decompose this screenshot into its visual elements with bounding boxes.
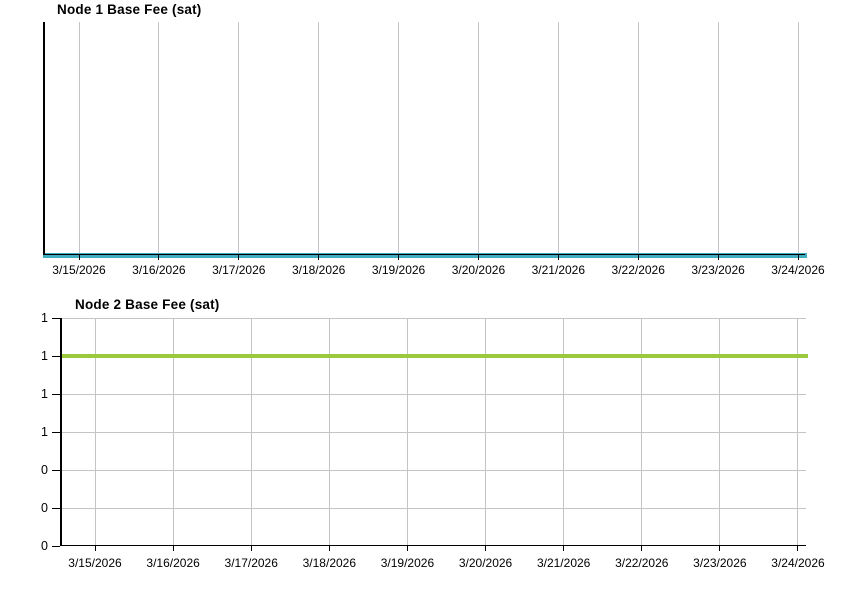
x-tick-label: 3/23/2026 [693,556,747,570]
horizontal-gridline [60,431,806,433]
x-tick-label: 3/19/2026 [380,556,435,570]
x-tick [637,255,639,260]
x-axis-line [43,253,805,255]
y-tick-label: 0 [41,539,48,553]
x-tick [719,546,721,551]
x-tick-label: 3/20/2026 [451,263,506,277]
node2-base-fee-chart: Node 2 Base Fee (sat) 1 1 1 1 0 0 0 3/15/2026 3/… [0,290,860,600]
x-tick-label: 3/16/2026 [146,556,200,570]
x-tick-label: 3/16/2026 [132,263,186,277]
vertical-gridline [477,22,479,255]
horizontal-gridline [60,393,806,395]
x-tick [406,546,408,551]
y-tick-label: 0 [41,501,48,515]
x-tick-label: 3/23/2026 [691,263,745,277]
x-tick-label: 3/18/2026 [302,556,357,570]
y-tick-label: 1 [41,349,48,363]
y-tick [52,393,60,395]
x-tick [563,546,565,551]
fee-charts-page: Node 1 Base Fee (sat) 3/15/2026 3/16/2026… [0,0,860,600]
x-tick [158,255,160,260]
plot-area-node2: 1 1 1 1 0 0 0 3/15/2026 3/16/2026 3/17/2026 3/18/2… [41,311,825,570]
chart-title-node2: Node 2 Base Fee (sat) [75,297,220,312]
y-tick-label: 0 [41,463,48,477]
y-axis-line [43,22,45,255]
vertical-gridline [78,22,80,255]
x-tick [477,255,479,260]
x-tick [557,255,559,260]
y-tick [52,545,60,547]
y-tick [52,317,60,319]
horizontal-gridline [60,317,806,319]
vertical-gridline [637,22,639,255]
horizontal-gridline [60,507,806,509]
x-tick [78,255,80,260]
horizontal-gridline [60,469,806,471]
x-tick [318,255,320,260]
x-tick-label: 3/21/2026 [536,556,591,570]
x-tick [94,546,96,551]
x-tick [717,255,719,260]
x-tick-label: 3/18/2026 [291,263,346,277]
node1-base-fee-chart: Node 1 Base Fee (sat) 3/15/2026 3/16/2026… [0,0,860,290]
x-tick-label: 3/24/2026 [771,556,825,570]
x-tick [398,255,400,260]
y-axis-line [60,318,62,546]
x-tick-label: 3/17/2026 [224,556,278,570]
y-tick-label: 1 [41,387,48,401]
x-tick-label: 3/24/2026 [771,263,825,277]
vertical-gridline [717,22,719,255]
vertical-gridline [238,22,240,255]
x-tick-label: 3/22/2026 [615,556,669,570]
y-tick [52,355,60,357]
y-tick [52,431,60,433]
y-tick [52,507,60,509]
x-tick [797,546,799,551]
x-tick [238,255,240,260]
chart-title-node1: Node 1 Base Fee (sat) [57,2,202,17]
plot-area-node1: 3/15/2026 3/16/2026 3/17/2026 3/18/2026 3/19… [43,22,825,277]
x-tick-label: 3/20/2026 [458,556,513,570]
series-line [60,354,808,358]
vertical-gridline [797,22,799,255]
x-tick [485,546,487,551]
x-tick-label: 3/19/2026 [371,263,426,277]
vertical-gridline [318,22,320,255]
x-tick-label: 3/21/2026 [531,263,586,277]
vertical-gridline [158,22,160,255]
x-tick [172,546,174,551]
y-tick [52,469,60,471]
x-tick [250,546,252,551]
x-tick-label: 3/17/2026 [212,263,266,277]
x-tick-label: 3/15/2026 [68,556,122,570]
y-tick-label: 1 [41,311,48,325]
x-tick-label: 3/15/2026 [52,263,106,277]
x-tick [797,255,799,260]
x-tick-label: 3/22/2026 [611,263,665,277]
vertical-gridline [557,22,559,255]
vertical-gridline [398,22,400,255]
x-tick [641,546,643,551]
y-tick-label: 1 [41,425,48,439]
x-tick [328,546,330,551]
